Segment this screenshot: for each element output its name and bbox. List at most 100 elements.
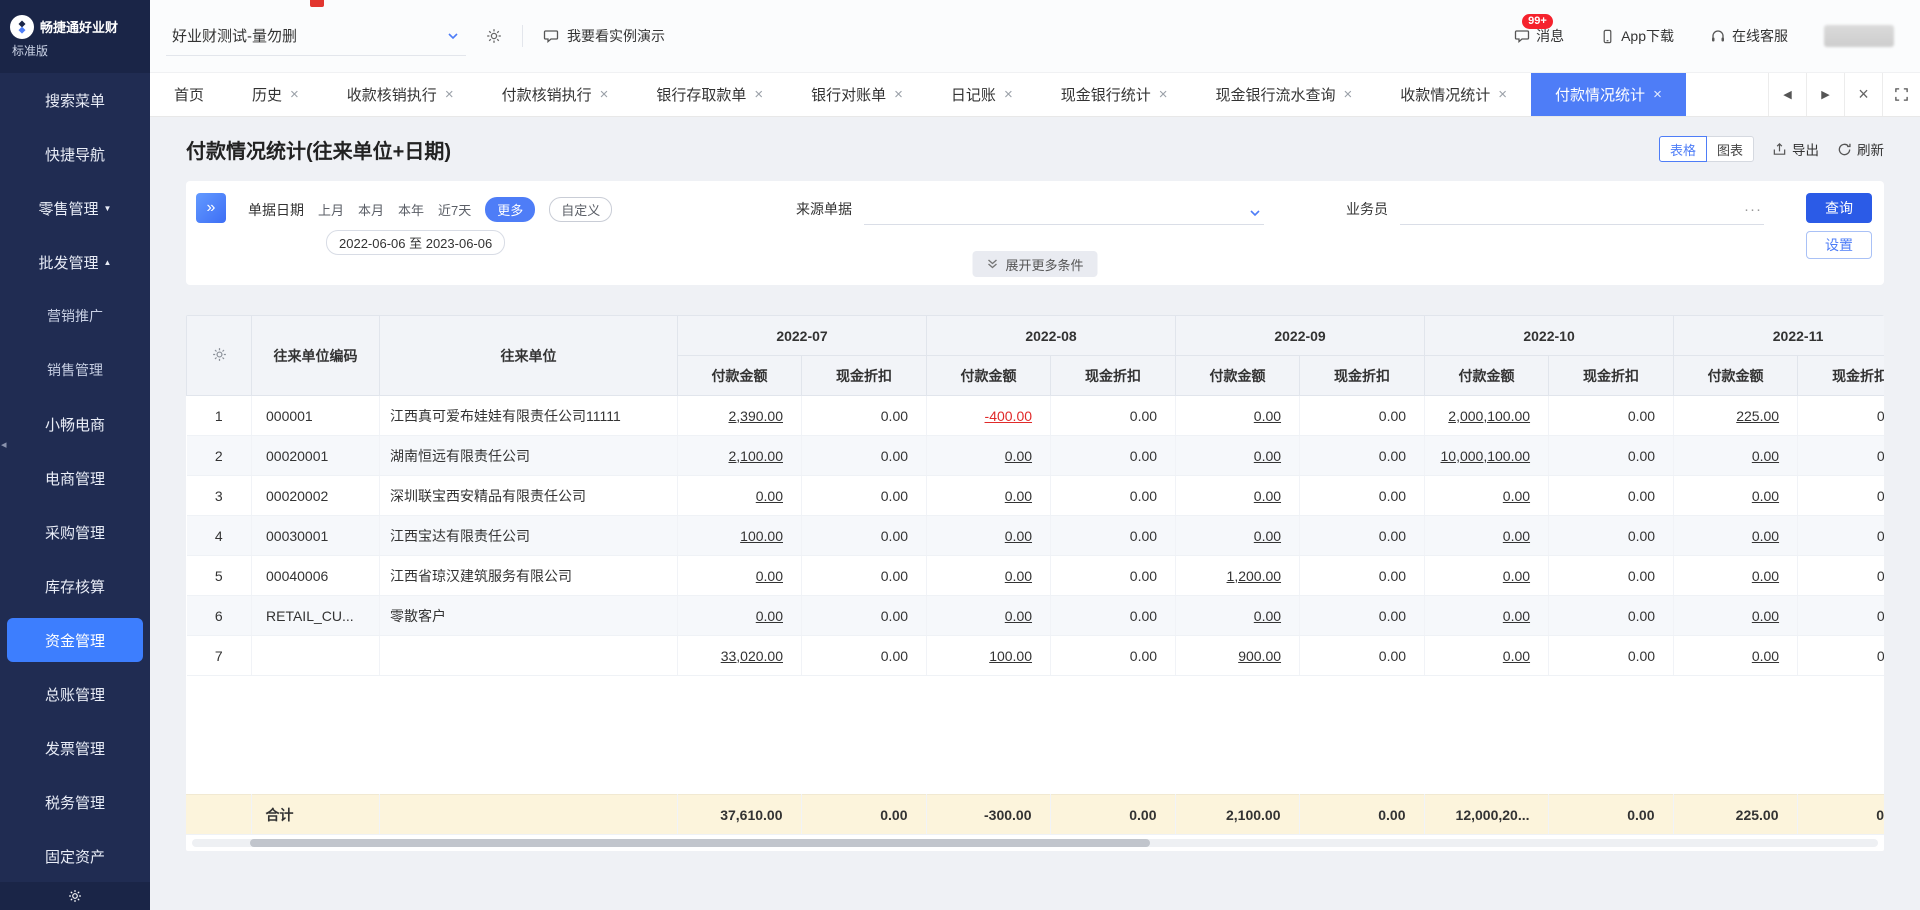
tabs-close-all-icon[interactable]: × — [1844, 73, 1882, 116]
payment-amount-link[interactable]: -400.00 — [985, 408, 1032, 424]
payment-amount-link[interactable]: 0.00 — [1752, 528, 1779, 544]
workspace-gear-icon[interactable] — [486, 28, 502, 44]
sidebar-item[interactable]: 营销推广 — [0, 289, 150, 343]
sidebar-collapse-icon[interactable]: ◂ — [1, 438, 7, 451]
payment-amount-link[interactable]: 0.00 — [1005, 528, 1032, 544]
payment-amount-link[interactable]: 0.00 — [756, 568, 783, 584]
payment-amount-link[interactable]: 100.00 — [740, 528, 783, 544]
payment-amount-link[interactable]: 0.00 — [1752, 448, 1779, 464]
export-button[interactable]: 导出 — [1772, 139, 1819, 159]
payment-amount-link[interactable]: 0.00 — [1503, 648, 1530, 664]
org-selector[interactable]: 好业财测试-量勿删 — [166, 16, 466, 56]
payment-amount-link[interactable]: 10,000,100.00 — [1441, 448, 1531, 464]
sidebar-item[interactable]: 税务管理 — [0, 775, 150, 829]
demo-link[interactable]: 我要看实例演示 — [543, 26, 665, 46]
date-range-value[interactable]: 2022-06-06 至 2023-06-06 — [326, 230, 506, 255]
sidebar-item[interactable]: 零售管理 ▼ — [0, 181, 150, 235]
sidebar-item[interactable]: 资金管理 — [7, 618, 143, 662]
chevron-down-icon[interactable] — [1248, 206, 1262, 220]
filter-collapse-button[interactable]: » — [196, 193, 226, 223]
payment-amount-link[interactable]: 2,100.00 — [729, 448, 784, 464]
sidebar-item[interactable]: 快捷导航 — [0, 127, 150, 181]
sidebar-item[interactable]: 发票管理 — [0, 721, 150, 775]
tab-close-icon[interactable]: × — [600, 86, 609, 103]
payment-amount-link[interactable]: 0.00 — [756, 488, 783, 504]
tabs-scroll-right-icon[interactable]: ▶ — [1806, 73, 1844, 116]
sidebar-item[interactable]: 销售管理 — [0, 343, 150, 397]
tab-item[interactable]: 历史 × — [228, 73, 323, 116]
payment-amount-link[interactable]: 0.00 — [1005, 488, 1032, 504]
payment-amount-link[interactable]: 0.00 — [1503, 568, 1530, 584]
sidebar-item[interactable]: 搜索菜单 — [0, 73, 150, 127]
tab-item[interactable]: 首页 — [150, 73, 228, 116]
payment-amount-link[interactable]: 0.00 — [1752, 608, 1779, 624]
payment-amount-link[interactable]: 1,200.00 — [1227, 568, 1282, 584]
sidebar-item[interactable]: 库存核算 — [0, 559, 150, 613]
tab-close-icon[interactable]: × — [1653, 86, 1662, 103]
payment-amount-link[interactable]: 0.00 — [1254, 488, 1281, 504]
payment-amount-link[interactable]: 0.00 — [1254, 608, 1281, 624]
table-view-toggle[interactable]: 表格 — [1658, 136, 1707, 162]
payment-amount-link[interactable]: 0.00 — [1503, 488, 1530, 504]
date-quick-option[interactable]: 上月 — [318, 200, 344, 219]
chart-view-toggle[interactable]: 图表 — [1705, 136, 1754, 162]
payment-amount-link[interactable]: 0.00 — [1254, 448, 1281, 464]
ellipsis-picker-icon[interactable]: ··· — [1744, 201, 1762, 218]
expand-more-button[interactable]: 展开更多条件 — [972, 251, 1098, 277]
date-quick-option[interactable]: 本月 — [358, 200, 384, 219]
sidebar-item[interactable]: 批发管理 ▲ — [0, 235, 150, 289]
query-button[interactable]: 查询 — [1806, 193, 1872, 223]
sidebar-item[interactable]: 总账管理 — [0, 667, 150, 721]
messages-button[interactable]: 99+ 消息 — [1514, 14, 1564, 46]
date-custom-option[interactable]: 自定义 — [549, 197, 613, 222]
tab-active-item[interactable]: 付款情况统计 × — [1531, 73, 1686, 116]
fullscreen-icon[interactable] — [1882, 73, 1920, 116]
payment-amount-link[interactable]: 0.00 — [1254, 528, 1281, 544]
tab-item[interactable]: 收款情况统计 × — [1376, 73, 1531, 116]
payment-amount-link[interactable]: 2,000,100.00 — [1448, 408, 1530, 424]
online-service-button[interactable]: 在线客服 — [1710, 26, 1788, 46]
app-download-button[interactable]: App下载 — [1600, 26, 1674, 46]
salesman-input[interactable]: ··· — [1400, 199, 1764, 225]
payment-amount-link[interactable]: 0.00 — [1752, 568, 1779, 584]
date-more-option[interactable]: 更多 — [485, 197, 536, 222]
column-settings-gear-icon[interactable] — [212, 347, 227, 362]
sidebar-gear-icon[interactable] — [68, 889, 82, 903]
tab-item[interactable]: 现金银行统计 × — [1037, 73, 1192, 116]
tab-close-icon[interactable]: × — [1498, 86, 1507, 103]
sidebar-item[interactable]: 固定资产 — [0, 829, 150, 883]
horizontal-scrollbar-thumb[interactable] — [250, 839, 1150, 847]
tab-close-icon[interactable]: × — [1159, 86, 1168, 103]
payment-amount-link[interactable]: 0.00 — [1254, 408, 1281, 424]
payment-amount-link[interactable]: 0.00 — [1503, 528, 1530, 544]
refresh-button[interactable]: 刷新 — [1837, 139, 1884, 159]
date-quick-option[interactable]: 近7天 — [438, 200, 471, 219]
sidebar-item[interactable]: 小畅电商 — [0, 397, 150, 451]
date-quick-option[interactable]: 本年 — [398, 200, 424, 219]
payment-amount-link[interactable]: 0.00 — [1752, 648, 1779, 664]
tab-item[interactable]: 银行存取款单 × — [632, 73, 787, 116]
payment-amount-link[interactable]: 225.00 — [1736, 408, 1779, 424]
settings-button[interactable]: 设置 — [1806, 231, 1872, 259]
sidebar-item[interactable]: 电商管理 — [0, 451, 150, 505]
tab-close-icon[interactable]: × — [290, 86, 299, 103]
tab-close-icon[interactable]: × — [1004, 86, 1013, 103]
sidebar-item[interactable]: 采购管理 — [0, 505, 150, 559]
tab-close-icon[interactable]: × — [754, 86, 763, 103]
tab-close-icon[interactable]: × — [894, 86, 903, 103]
tab-item[interactable]: 银行对账单 × — [787, 73, 927, 116]
tab-item[interactable]: 日记账 × — [927, 73, 1037, 116]
payment-amount-link[interactable]: 0.00 — [1752, 488, 1779, 504]
tab-item[interactable]: 付款核销执行 × — [478, 73, 633, 116]
tab-item[interactable]: 现金银行流水查询 × — [1191, 73, 1376, 116]
tab-item[interactable]: 收款核销执行 × — [323, 73, 478, 116]
payment-amount-link[interactable]: 0.00 — [1005, 608, 1032, 624]
source-select[interactable] — [864, 199, 1264, 225]
payment-amount-link[interactable]: 100.00 — [989, 648, 1032, 664]
horizontal-scrollbar-track[interactable] — [192, 839, 1878, 847]
payment-amount-link[interactable]: 0.00 — [756, 608, 783, 624]
payment-amount-link[interactable]: 0.00 — [1005, 568, 1032, 584]
payment-amount-link[interactable]: 900.00 — [1238, 648, 1281, 664]
tab-close-icon[interactable]: × — [445, 86, 454, 103]
payment-amount-link[interactable]: 0.00 — [1005, 448, 1032, 464]
